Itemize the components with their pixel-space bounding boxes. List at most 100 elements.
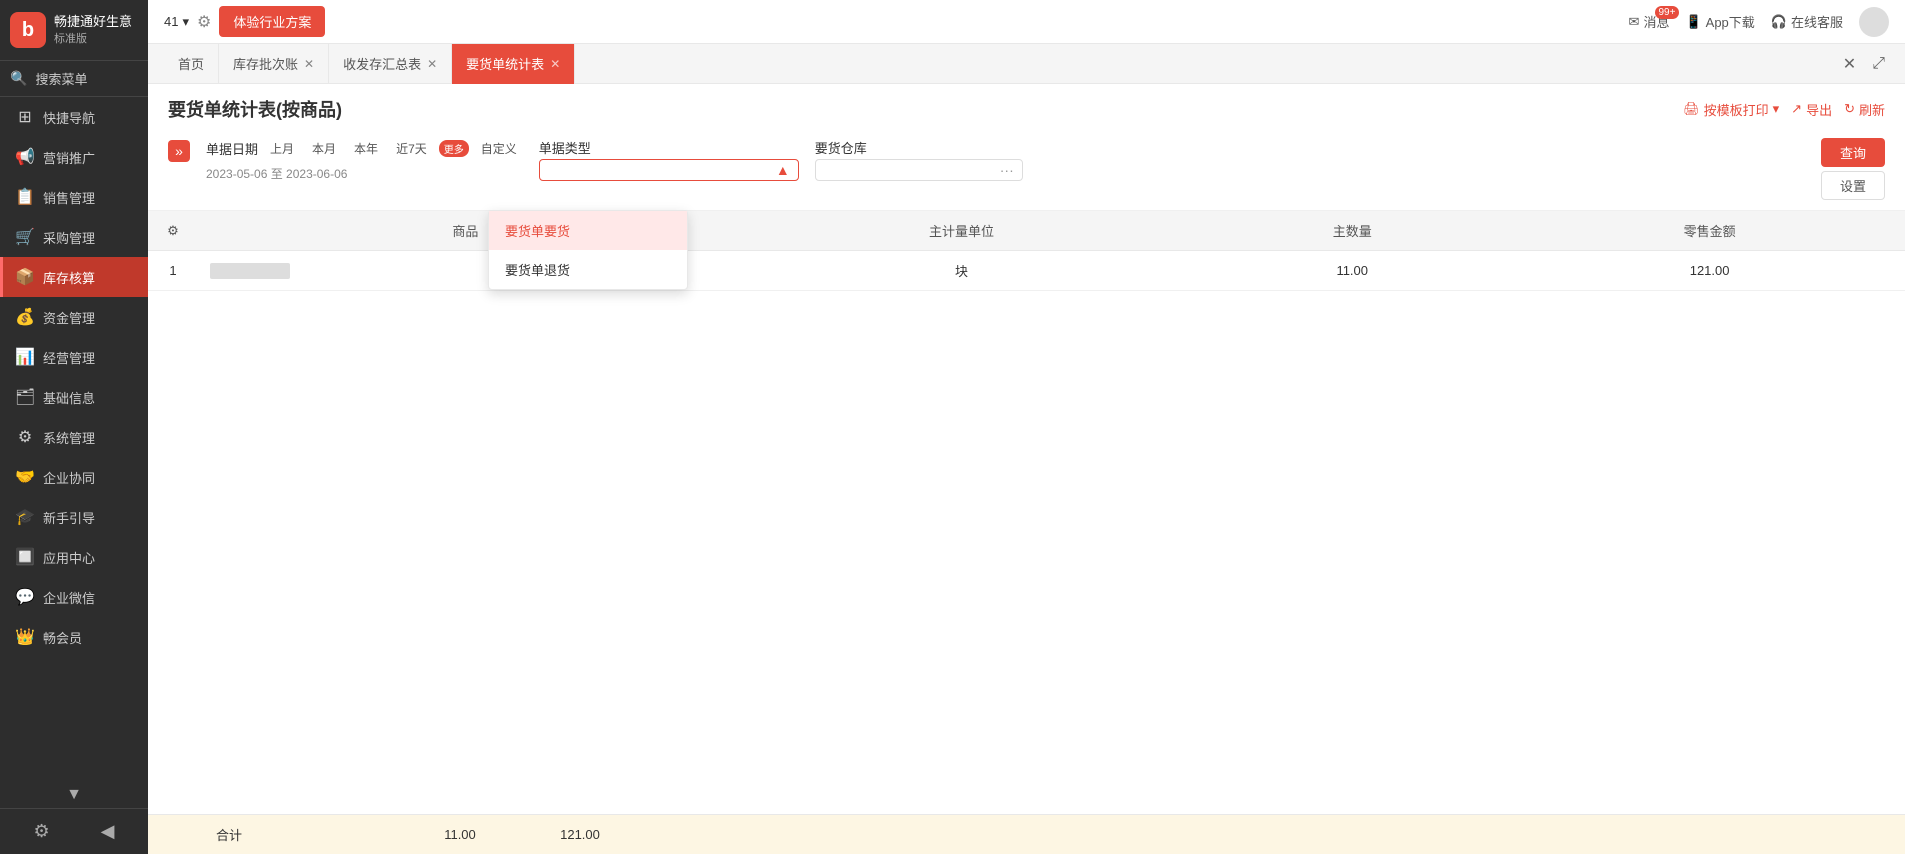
tab-inventory-batch-label: 库存批次账	[233, 54, 298, 73]
filter-type-input-wrap[interactable]: ▲	[539, 159, 799, 181]
refresh-icon: ↻	[1844, 101, 1855, 117]
sidebar-item-wechat[interactable]: 💬 企业微信	[0, 577, 148, 617]
filter-warehouse-input-wrap[interactable]: ···	[815, 159, 1023, 181]
dropdown-item-order-goods[interactable]: 要货单要货	[489, 211, 687, 250]
print-btn[interactable]: 🖨 按模板打印 ▾	[1683, 100, 1779, 119]
system-icon: ⚙	[15, 427, 35, 447]
close-all-tabs-btn[interactable]: ✕	[1839, 50, 1860, 78]
sidebar-item-label: 企业协同	[43, 468, 95, 487]
user-avatar[interactable]	[1859, 7, 1889, 37]
sidebar-item-enterprise[interactable]: 🤝 企业协同	[0, 457, 148, 497]
base-icon: 🗂	[15, 387, 35, 407]
date-btn-last-month[interactable]: 上月	[264, 138, 300, 159]
topbar-left: 41 ▾ ⚙ 体验行业方案	[164, 6, 325, 37]
sidebar-item-guide[interactable]: 🎓 新手引导	[0, 497, 148, 537]
footer-amount: 121.00	[520, 827, 640, 842]
filter-type-input[interactable]	[548, 163, 776, 178]
tab-order-stats-label: 要货单统计表	[466, 54, 544, 73]
sidebar-item-operations[interactable]: 📊 经营管理	[0, 337, 148, 377]
date-btn-this-year[interactable]: 本年	[348, 138, 384, 159]
tab-home-label: 首页	[178, 54, 204, 73]
sidebar-item-member[interactable]: 👑 畅会员	[0, 617, 148, 657]
sidebar-settings-btn[interactable]: ⚙	[26, 817, 58, 846]
data-table: ⚙ 商品 主计量单位 主数量 零售金额 1	[148, 211, 1905, 291]
filter-expand-btn[interactable]: »	[168, 140, 190, 162]
table-wrap: ⚙ 商品 主计量单位 主数量 零售金额 1	[148, 211, 1905, 814]
table-col-settings[interactable]: ⚙	[148, 211, 198, 251]
sidebar-item-finance[interactable]: 💰 资金管理	[0, 297, 148, 337]
table-header-row: ⚙ 商品 主计量单位 主数量 零售金额	[148, 211, 1905, 251]
messages-btn[interactable]: ✉ 消息 99+	[1629, 12, 1670, 31]
sidebar-item-marketing[interactable]: 📢 营销推广	[0, 137, 148, 177]
tab-inventory-batch[interactable]: 库存批次账 ✕	[219, 44, 329, 84]
sidebar-item-inventory[interactable]: 📦 库存核算	[0, 257, 148, 297]
dropdown-item-order-return[interactable]: 要货单退货	[489, 250, 687, 289]
sidebar-item-purchase[interactable]: 🛒 采购管理	[0, 217, 148, 257]
gear-icon[interactable]: ⚙	[197, 12, 211, 32]
online-service-btn[interactable]: 🎧 在线客服	[1771, 12, 1843, 31]
settings-button[interactable]: 设置	[1821, 171, 1885, 200]
export-icon: ↗	[1791, 101, 1802, 117]
sidebar-item-system[interactable]: ⚙ 系统管理	[0, 417, 148, 457]
tab-collect-summary-label: 收发存汇总表	[343, 54, 421, 73]
filter-date-group: 单据日期 上月 本月 本年 近7天 更多 自定义 2023-05-06 至 20…	[206, 138, 523, 182]
filter-date-row: 单据日期 上月 本月 本年 近7天 更多 自定义	[206, 138, 523, 159]
industry-btn[interactable]: 体验行业方案	[219, 6, 325, 37]
sidebar-scroll-down[interactable]: ▼	[0, 782, 148, 808]
member-icon: 👑	[15, 627, 35, 647]
sidebar-collapse-btn[interactable]: ◀	[93, 817, 123, 846]
filter-type-label: 单据类型	[539, 138, 799, 157]
print-icon: 🖨	[1683, 101, 1700, 117]
inventory-icon: 📦	[15, 267, 35, 287]
date-btn-this-month[interactable]: 本月	[306, 138, 342, 159]
filter-warehouse-group: 要货仓库 ···	[815, 138, 1023, 181]
store-selector[interactable]: 41 ▾	[164, 14, 189, 30]
tab-close-collect-summary[interactable]: ✕	[427, 57, 437, 71]
filter-warehouse-more-icon[interactable]: ···	[1000, 162, 1014, 178]
sidebar-item-label: 系统管理	[43, 428, 95, 447]
restore-tab-btn[interactable]: ⤢	[1868, 51, 1889, 77]
export-btn[interactable]: ↗ 导出	[1791, 100, 1832, 119]
sidebar-item-sales[interactable]: 📋 销售管理	[0, 177, 148, 217]
wechat-icon: 💬	[15, 587, 35, 607]
sidebar: b 畅捷通好生意 标准版 🔍 搜索菜单 ⊞ 快捷导航 📢 营销推广 📋 销售管理…	[0, 0, 148, 854]
marketing-icon: 📢	[15, 147, 35, 167]
sidebar-item-quick-nav[interactable]: ⊞ 快捷导航	[0, 97, 148, 137]
date-custom-btn[interactable]: 自定义	[475, 138, 523, 159]
sidebar-item-base[interactable]: 🗂 基础信息	[0, 377, 148, 417]
online-service-label: 在线客服	[1791, 12, 1843, 31]
sidebar-item-label: 应用中心	[43, 548, 95, 567]
product-name-blurred	[210, 263, 290, 279]
dropdown-item-order-goods-label: 要货单要货	[505, 224, 570, 239]
filter-type-chevron-icon[interactable]: ▲	[776, 162, 790, 178]
finance-icon: 💰	[15, 307, 35, 327]
tab-home[interactable]: 首页	[164, 44, 219, 84]
sidebar-item-label: 资金管理	[43, 308, 95, 327]
tabs-bar: 首页 库存批次账 ✕ 收发存汇总表 ✕ 要货单统计表 ✕ ✕ ⤢	[148, 44, 1905, 84]
page-content: 要货单统计表(按商品) 🖨 按模板打印 ▾ ↗ 导出 ↻ 刷新 »	[148, 84, 1905, 854]
chevron-down-icon: ▾	[182, 14, 189, 30]
tabs-bar-end: ✕ ⤢	[1839, 50, 1889, 78]
date-more-badge[interactable]: 更多	[439, 140, 469, 157]
date-btn-7days[interactable]: 近7天	[390, 138, 433, 159]
message-icon: ✉	[1629, 14, 1640, 30]
operations-icon: 📊	[15, 347, 35, 367]
tab-collect-summary[interactable]: 收发存汇总表 ✕	[329, 44, 452, 84]
sidebar-search[interactable]: 🔍 搜索菜单	[0, 61, 148, 97]
tab-close-order-stats[interactable]: ✕	[550, 57, 560, 71]
table-footer: 合计 11.00 121.00	[148, 814, 1905, 854]
sidebar-item-label: 销售管理	[43, 188, 95, 207]
refresh-btn[interactable]: ↻ 刷新	[1844, 100, 1885, 119]
sidebar-item-label: 基础信息	[43, 388, 95, 407]
footer-qty: 11.00	[400, 827, 520, 842]
tab-close-inventory-batch[interactable]: ✕	[304, 57, 314, 71]
app-download-btn[interactable]: 📱 App下载	[1685, 12, 1754, 31]
col-settings-icon[interactable]: ⚙	[167, 223, 179, 238]
tab-order-stats[interactable]: 要货单统计表 ✕	[452, 44, 575, 84]
query-button[interactable]: 查询	[1821, 138, 1885, 167]
sidebar-item-appstore[interactable]: 🔲 应用中心	[0, 537, 148, 577]
guide-icon: 🎓	[15, 507, 35, 527]
table-row: 1 块 11.00 121.00	[148, 251, 1905, 291]
filter-warehouse-input[interactable]	[824, 163, 1000, 178]
sidebar-nav: ⊞ 快捷导航 📢 营销推广 📋 销售管理 🛒 采购管理 📦 库存核算 💰 资金管…	[0, 97, 148, 782]
